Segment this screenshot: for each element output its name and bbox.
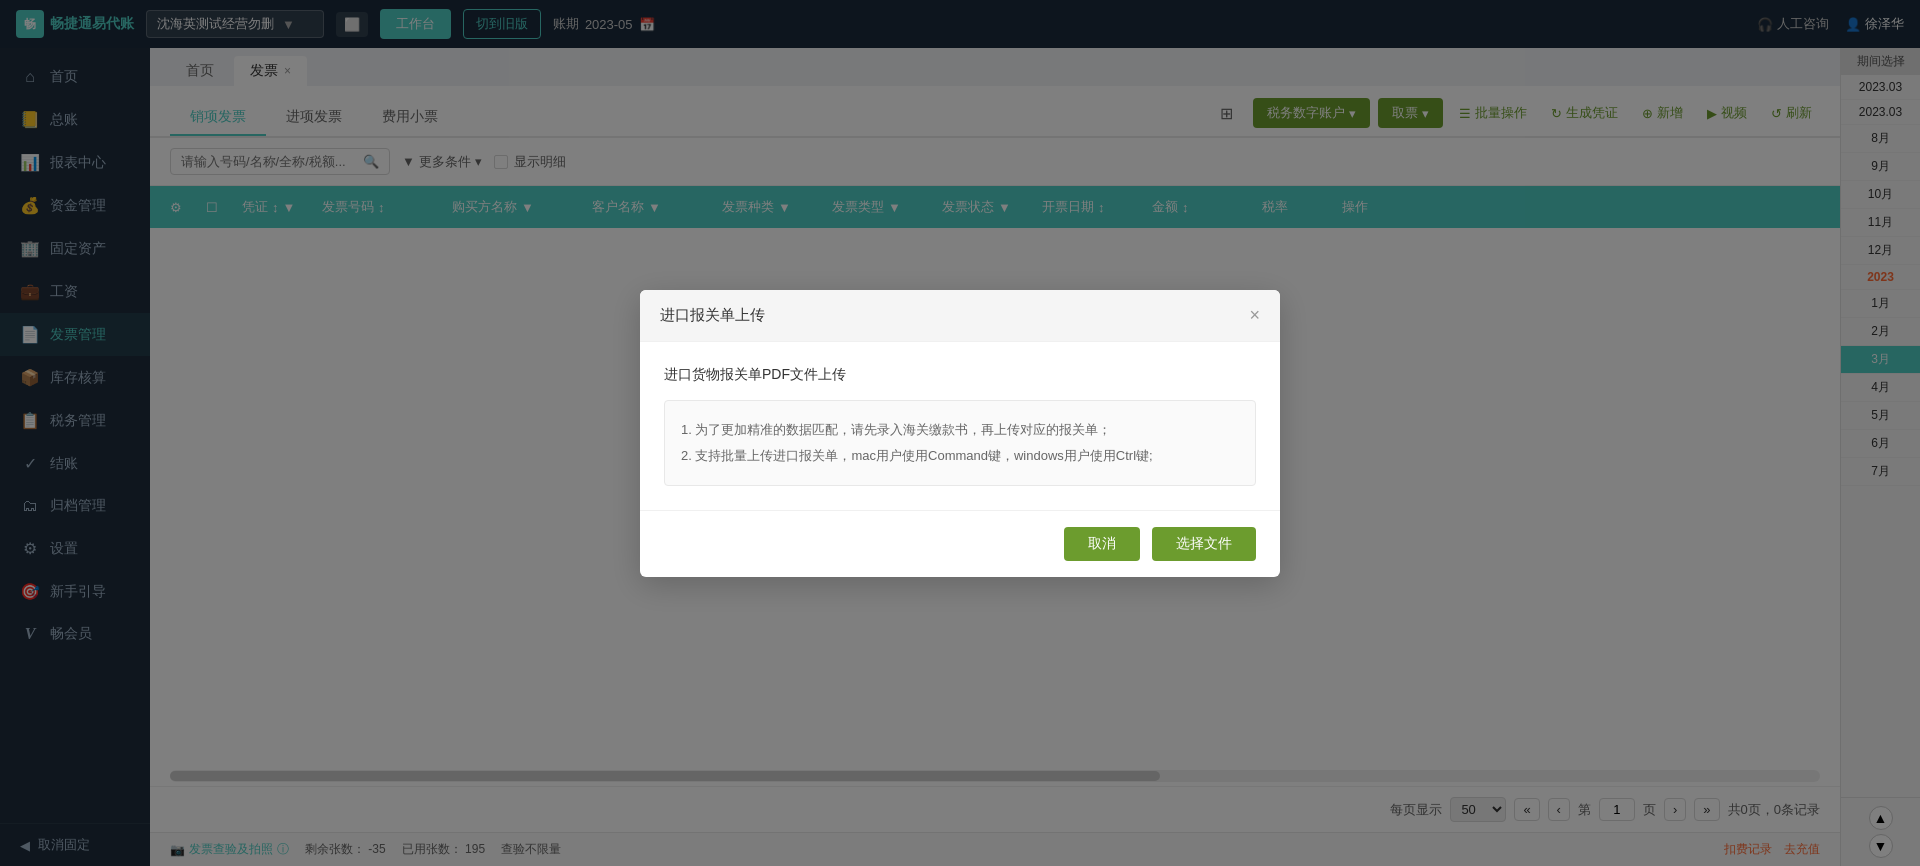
upload-instruction-1: 1. 为了更加精准的数据匹配，请先录入海关缴款书，再上传对应的报关单； (681, 417, 1239, 443)
upload-info-box: 1. 为了更加精准的数据匹配，请先录入海关缴款书，再上传对应的报关单； 2. 支… (664, 400, 1256, 486)
modal-cancel-btn[interactable]: 取消 (1064, 527, 1140, 561)
modal-select-file-btn[interactable]: 选择文件 (1152, 527, 1256, 561)
modal-footer: 取消 选择文件 (640, 510, 1280, 577)
modal-header: 进口报关单上传 × (640, 290, 1280, 342)
modal-title: 进口报关单上传 (660, 306, 765, 325)
modal-body: 进口货物报关单PDF文件上传 1. 为了更加精准的数据匹配，请先录入海关缴款书，… (640, 342, 1280, 510)
modal-close-btn[interactable]: × (1249, 306, 1260, 324)
modal-overlay[interactable]: 进口报关单上传 × 进口货物报关单PDF文件上传 1. 为了更加精准的数据匹配，… (0, 0, 1920, 866)
import-customs-modal: 进口报关单上传 × 进口货物报关单PDF文件上传 1. 为了更加精准的数据匹配，… (640, 290, 1280, 577)
upload-instruction-2: 2. 支持批量上传进口报关单，mac用户使用Command键，windows用户… (681, 443, 1239, 469)
upload-title: 进口货物报关单PDF文件上传 (664, 366, 1256, 384)
